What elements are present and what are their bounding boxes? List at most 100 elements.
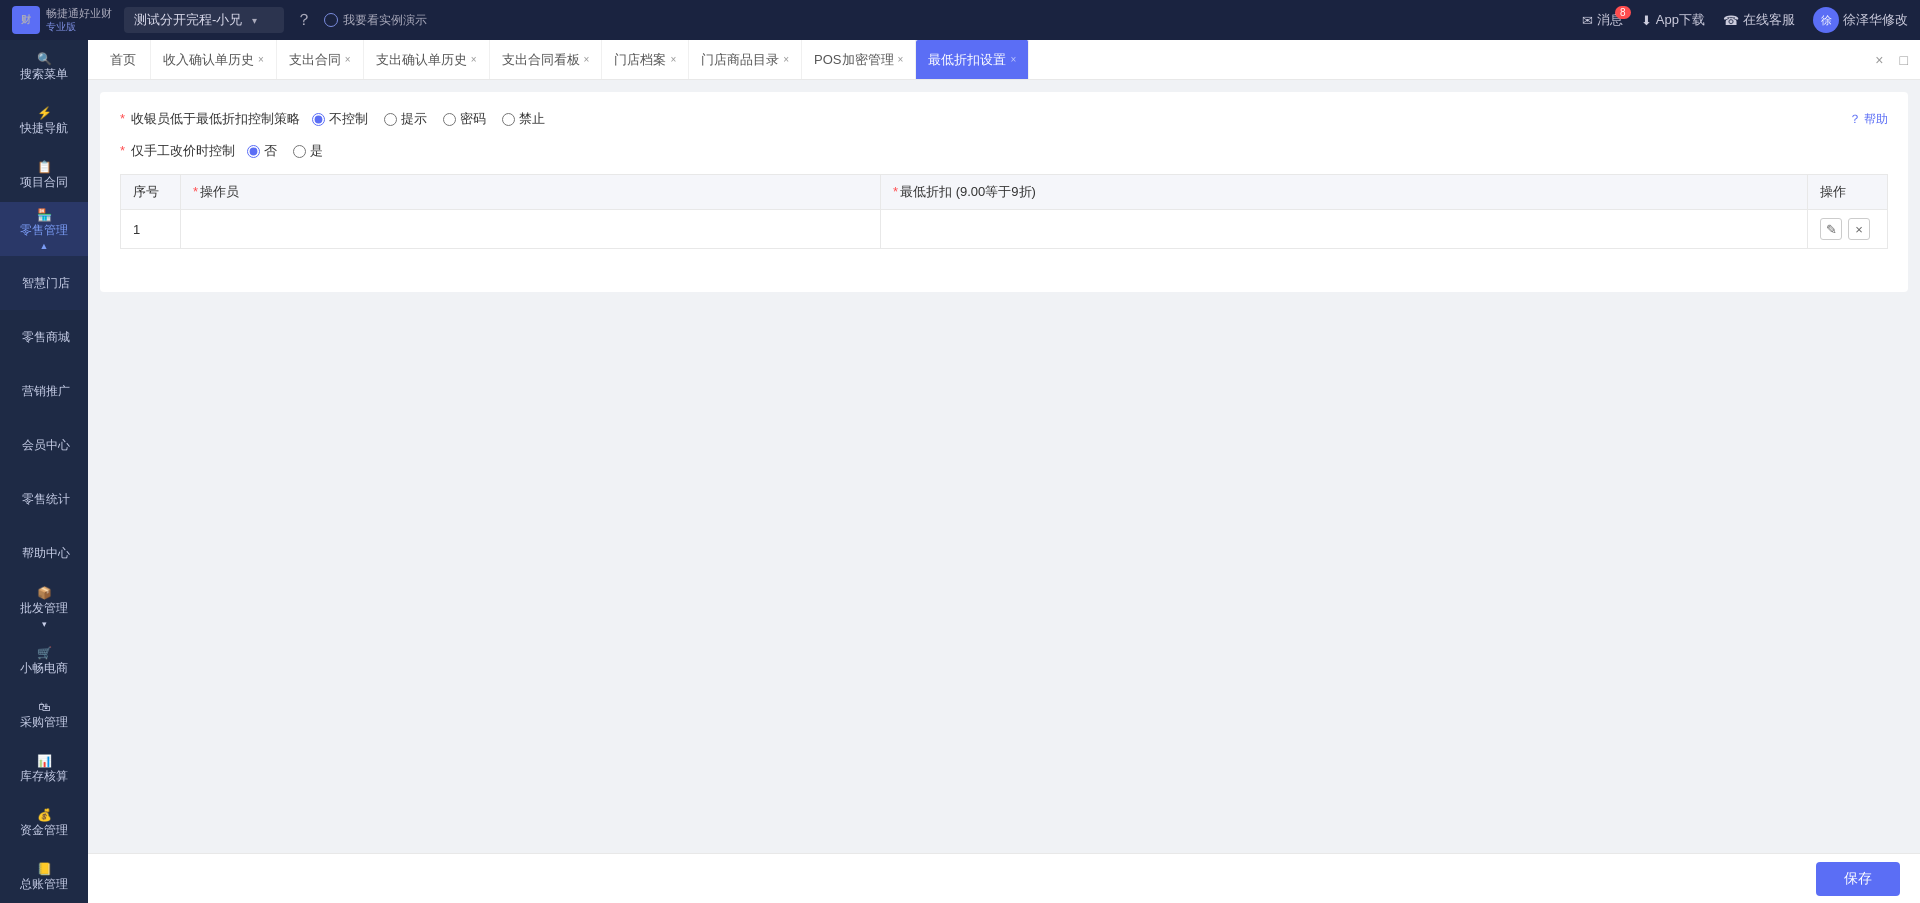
sidebar-item-wholesale[interactable]: 📦 批发管理 ▾	[0, 580, 88, 634]
inventory-icon: 📊	[37, 754, 52, 768]
tab-close-min-discount[interactable]: ×	[1010, 54, 1016, 65]
avatar: 徐	[1813, 7, 1839, 33]
th-min-discount: *最低折扣 (9.00等于9折)	[881, 175, 1808, 210]
demo-link[interactable]: 我要看实例演示	[324, 12, 427, 29]
online-service-button[interactable]: ☎ 在线客服	[1723, 11, 1795, 29]
close-tab-button[interactable]: ×	[1871, 50, 1887, 70]
radio-password[interactable]: 密码	[443, 110, 486, 128]
radio-hint[interactable]: 提示	[384, 110, 427, 128]
sidebar-item-member[interactable]: 会员中心	[0, 418, 88, 472]
tab-close-store-archive[interactable]: ×	[670, 54, 676, 65]
manual-price-label: * 仅手工改价时控制	[120, 142, 235, 160]
sidebar-item-retail-stats[interactable]: 零售统计	[0, 472, 88, 526]
search-icon: 🔍	[37, 52, 52, 66]
delete-icon: ×	[1855, 222, 1863, 237]
main-layout: 🔍 搜索菜单 ⚡ 快捷导航 📋 项目合同 🏪 零售管理 ▲ 智慧门店 零售商城 …	[0, 40, 1920, 903]
radio-yes[interactable]: 是	[293, 142, 323, 160]
sidebar-item-ledger[interactable]: 📒 总账管理	[0, 850, 88, 903]
radio-forbid[interactable]: 禁止	[502, 110, 545, 128]
sidebar-item-purchase[interactable]: 🛍 采购管理	[0, 688, 88, 742]
radio-no-control[interactable]: 不控制	[312, 110, 368, 128]
sidebar-item-search[interactable]: 🔍 搜索菜单	[0, 40, 88, 94]
sidebar-item-project[interactable]: 📋 项目合同	[0, 148, 88, 202]
ledger-icon: 📒	[37, 862, 52, 876]
expand-tab-button[interactable]: □	[1896, 50, 1912, 70]
radio-no[interactable]: 否	[247, 142, 277, 160]
cell-seq: 1	[121, 210, 181, 249]
sidebar-item-smart-store[interactable]: 智慧门店	[0, 256, 88, 310]
service-icon: ☎	[1723, 13, 1739, 28]
tab-close-payment-contract[interactable]: ×	[345, 54, 351, 65]
bottom-bar: 保存	[88, 853, 1920, 903]
content-area: 首页 收入确认单历史 × 支出合同 × 支出确认单历史 × 支出合同看板 × 门…	[88, 40, 1920, 903]
discount-table: 序号 *操作员 *最低折扣 (9.00等于9折) 操作 1	[120, 174, 1888, 249]
tab-controls: × □	[1871, 50, 1912, 70]
page-content: * 收银员低于最低折扣控制策略 不控制 提示	[88, 80, 1920, 853]
cell-action: ✎ ×	[1808, 210, 1888, 249]
control-strategy-row: * 收银员低于最低折扣控制策略 不控制 提示	[120, 110, 1888, 128]
download-icon: ⬇	[1641, 13, 1652, 28]
tab-payment-contract[interactable]: 支出合同 ×	[277, 40, 364, 80]
tab-payment-confirm-history[interactable]: 支出确认单历史 ×	[364, 40, 490, 80]
topbar-settings-icon[interactable]: ？	[296, 10, 312, 31]
sidebar-item-help-center[interactable]: 帮助中心	[0, 526, 88, 580]
tab-home[interactable]: 首页	[96, 40, 151, 80]
app-logo: 财 畅捷通好业财 专业版	[12, 6, 112, 34]
th-operator: *操作员	[181, 175, 881, 210]
action-buttons: ✎ ×	[1820, 218, 1875, 240]
wholesale-icon: 📦	[37, 586, 52, 600]
shortcut-icon: ⚡	[37, 106, 52, 120]
tab-min-discount[interactable]: 最低折扣设置 ×	[916, 40, 1029, 80]
sidebar-item-online-shop[interactable]: 零售商城	[0, 310, 88, 364]
table-row: 1 ✎ ×	[121, 210, 1888, 249]
sidebar-item-shortcut[interactable]: ⚡ 快捷导航	[0, 94, 88, 148]
tab-pos-lock[interactable]: POS加密管理 ×	[802, 40, 916, 80]
edit-button[interactable]: ✎	[1820, 218, 1842, 240]
tab-income-history[interactable]: 收入确认单历史 ×	[151, 40, 277, 80]
tab-close-payment-confirm[interactable]: ×	[471, 54, 477, 65]
main-card: * 收银员低于最低折扣控制策略 不控制 提示	[100, 92, 1908, 292]
chevron-down-icon: ▾	[42, 619, 47, 629]
ecommerce-icon: 🛒	[37, 646, 52, 660]
tab-store-goods[interactable]: 门店商品目录 ×	[689, 40, 802, 80]
sidebar: 🔍 搜索菜单 ⚡ 快捷导航 📋 项目合同 🏪 零售管理 ▲ 智慧门店 零售商城 …	[0, 40, 88, 903]
chevron-up-icon: ▲	[40, 241, 49, 251]
th-action: 操作	[1808, 175, 1888, 210]
tab-payment-contract-board[interactable]: 支出合同看板 ×	[490, 40, 603, 80]
control-strategy-label: * 收银员低于最低折扣控制策略	[120, 110, 300, 128]
chevron-down-icon: ▾	[252, 15, 257, 26]
sidebar-item-finance[interactable]: 💰 资金管理	[0, 796, 88, 850]
manual-price-radio-group: 否 是	[247, 142, 323, 160]
sidebar-item-marketing[interactable]: 营销推广	[0, 364, 88, 418]
message-icon: ✉	[1582, 13, 1593, 28]
finance-icon: 💰	[37, 808, 52, 822]
help-link[interactable]: ？ 帮助	[1849, 111, 1888, 128]
topbar-right: ✉ 消息 8 ⬇ App下载 ☎ 在线客服 徐 徐泽华修改	[1582, 7, 1908, 33]
purchase-icon: 🛍	[38, 700, 50, 714]
tab-bar: 首页 收入确认单历史 × 支出合同 × 支出确认单历史 × 支出合同看板 × 门…	[88, 40, 1920, 80]
topbar: 财 畅捷通好业财 专业版 测试分开完程-小兄 ▾ ？ 我要看实例演示 ✉ 消息 …	[0, 0, 1920, 40]
cell-operator	[181, 210, 881, 249]
tab-close-income-history[interactable]: ×	[258, 54, 264, 65]
tab-close-payment-board[interactable]: ×	[584, 54, 590, 65]
project-selector[interactable]: 测试分开完程-小兄 ▾	[124, 7, 284, 33]
save-button[interactable]: 保存	[1816, 862, 1900, 896]
logo-icon: 财	[12, 6, 40, 34]
th-seq: 序号	[121, 175, 181, 210]
edit-icon: ✎	[1826, 222, 1837, 237]
sidebar-item-ecommerce[interactable]: 🛒 小畅电商	[0, 634, 88, 688]
user-profile-button[interactable]: 徐 徐泽华修改	[1813, 7, 1908, 33]
sidebar-item-retail[interactable]: 🏪 零售管理 ▲	[0, 202, 88, 256]
messages-button[interactable]: ✉ 消息 8	[1582, 11, 1623, 29]
tab-close-store-goods[interactable]: ×	[783, 54, 789, 65]
tab-close-pos-lock[interactable]: ×	[898, 54, 904, 65]
sidebar-item-inventory[interactable]: 📊 库存核算	[0, 742, 88, 796]
cell-min-discount	[881, 210, 1808, 249]
delete-button[interactable]: ×	[1848, 218, 1870, 240]
messages-badge: 8	[1615, 6, 1631, 19]
tab-store-archive[interactable]: 门店档案 ×	[602, 40, 689, 80]
question-icon: ？	[1849, 111, 1861, 128]
app-download-button[interactable]: ⬇ App下载	[1641, 11, 1705, 29]
project-icon: 📋	[37, 160, 52, 174]
retail-icon: 🏪	[37, 208, 52, 222]
